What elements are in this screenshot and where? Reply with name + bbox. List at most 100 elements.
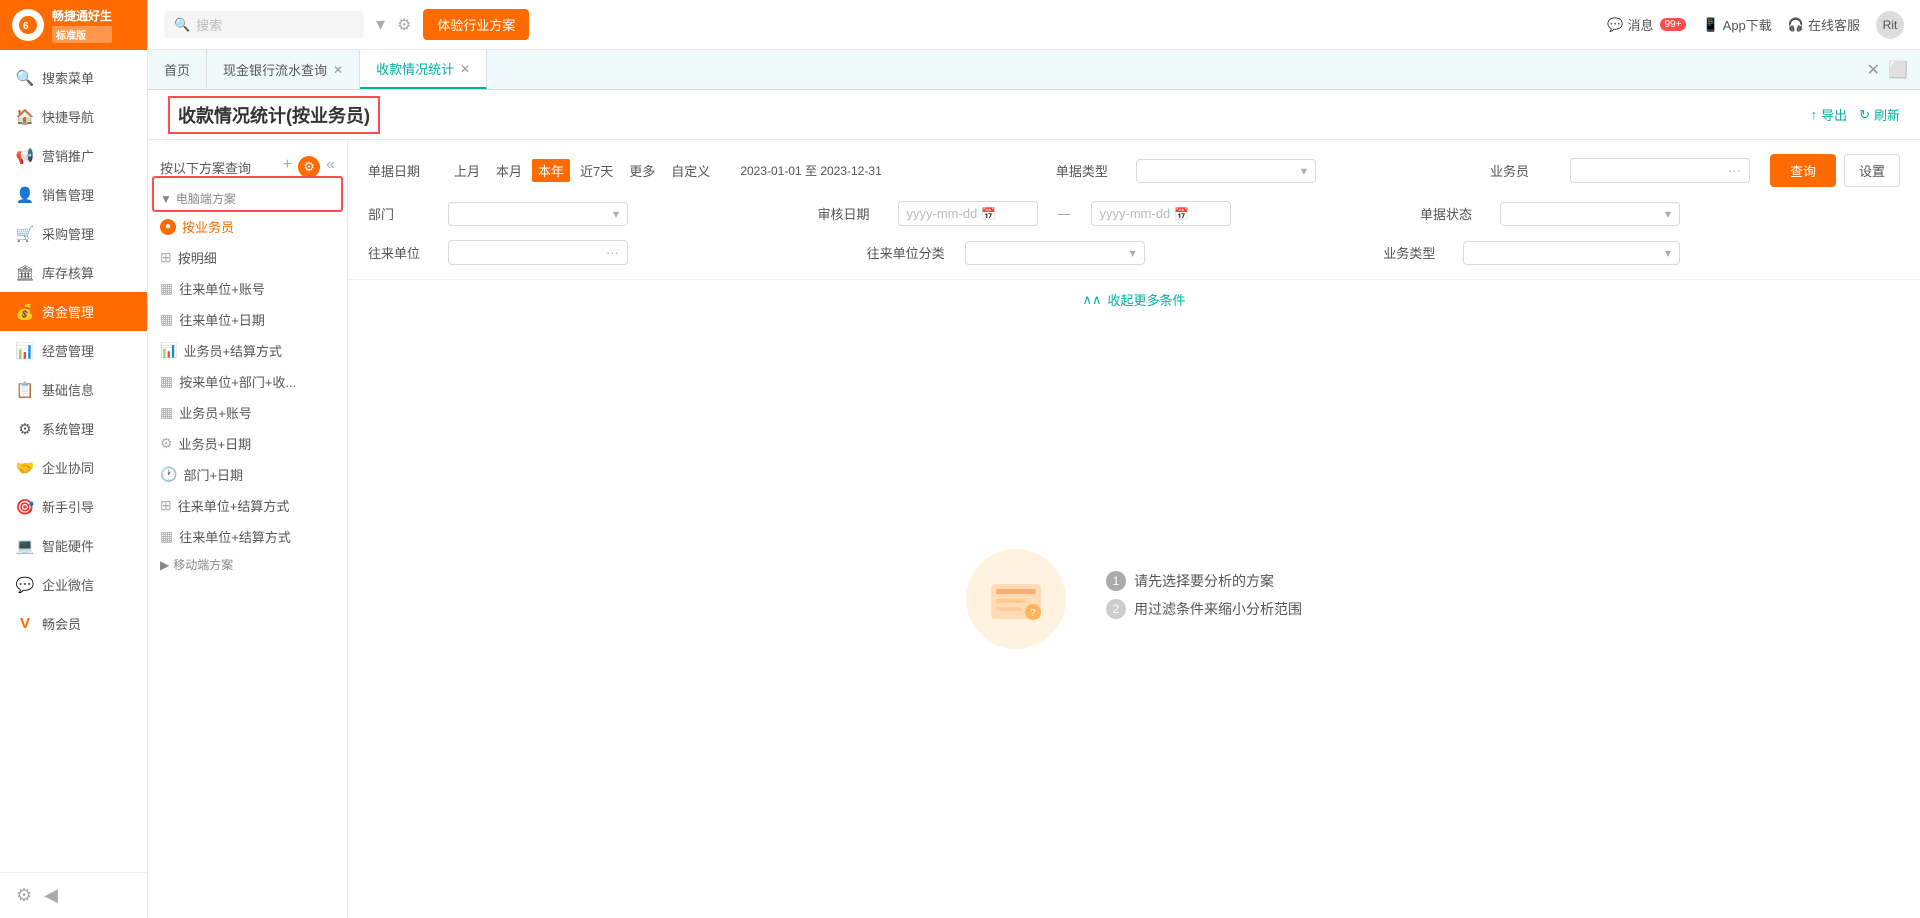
tab-bank-flow-close[interactable]: ✕ <box>333 63 343 77</box>
content: 按以下方案查询 + ⚙ « <box>148 140 1920 918</box>
date-tab-7days[interactable]: 近7天 <box>574 159 619 182</box>
filter-review-date-from[interactable]: yyyy-mm-dd 📅 <box>898 201 1038 226</box>
sidebar-item-marketing[interactable]: 📢 营销推广 <box>0 136 147 175</box>
basic-icon: 📋 <box>16 381 34 399</box>
filter-doc-status-select[interactable]: ▾ <box>1500 202 1680 226</box>
orange-circle-icon: ● <box>160 219 176 235</box>
topbar-settings-icon[interactable]: ⚙ <box>397 15 411 35</box>
sidebar-item-system[interactable]: ⚙ 系统管理 <box>0 409 147 448</box>
empty-content: ? 1 请先选择要分析的方案 2 用过滤条件来缩小分析范围 <box>966 549 1302 649</box>
date-tab-last-month[interactable]: 上月 <box>448 159 486 182</box>
filter-dept-select[interactable]: ▾ <box>448 202 628 226</box>
tree-item-partner-settlement2[interactable]: ▦ 往来单位+结算方式 <box>148 521 347 552</box>
tree-item-partner-settlement1[interactable]: ⊞ 往来单位+结算方式 <box>148 490 347 521</box>
sidebar-item-enterprise[interactable]: 🤝 企业协同 <box>0 448 147 487</box>
sidebar-item-purchase[interactable]: 🛒 采购管理 <box>0 214 147 253</box>
tree-item-dept-date[interactable]: 🕐 部门+日期 <box>148 459 347 490</box>
tree-group-desktop-label[interactable]: ▼ 电脑端方案 <box>148 186 347 211</box>
online-service-item[interactable]: 🎧 在线客服 <box>1788 15 1860 34</box>
tree-item-by-detail[interactable]: ⊞ 按明细 <box>148 242 347 273</box>
sidebar-item-basic[interactable]: 📋 基础信息 <box>0 370 147 409</box>
sidebar-item-quick-nav[interactable]: 🏠 快捷导航 <box>0 97 147 136</box>
app-download-item[interactable]: 📱 App下载 <box>1702 15 1771 34</box>
sidebar-item-operation[interactable]: 📊 经营管理 <box>0 331 147 370</box>
page-header: 收款情况统计(按业务员) ↑ 导出 ↻ 刷新 <box>148 90 1920 140</box>
settings-button[interactable]: 设置 <box>1844 154 1900 187</box>
member-icon: V <box>16 615 34 633</box>
dept-dropdown-icon: ▾ <box>613 207 619 221</box>
filter-right-actions: 查询 设置 <box>1770 154 1900 187</box>
online-service-icon: 🎧 <box>1788 17 1804 33</box>
filter-salesperson-label: 业务员 <box>1490 161 1550 180</box>
tree-group-mobile-label[interactable]: ▶ 移动端方案 <box>148 552 347 577</box>
tree-item-salesperson-account[interactable]: ▦ 业务员+账号 <box>148 397 347 428</box>
refresh-button[interactable]: ↻ 刷新 <box>1859 105 1900 124</box>
tab-bank-flow[interactable]: 现金银行流水查询 ✕ <box>207 50 360 89</box>
table-icon-3: ▦ <box>160 373 173 390</box>
sidebar-item-member[interactable]: V 畅会员 <box>0 604 147 643</box>
clock-icon: 🕐 <box>160 466 177 483</box>
tree-item-salesperson-date[interactable]: ⚙ 业务员+日期 <box>148 428 347 459</box>
topbar-dropdown-icon[interactable]: ▾ <box>376 14 385 35</box>
tab-home[interactable]: 首页 <box>148 50 207 89</box>
tabbar-actions: ✕ ⬜ <box>1855 50 1920 89</box>
sidebar-item-hardware[interactable]: 💻 智能硬件 <box>0 526 147 565</box>
logo-tag: 标准版 <box>52 26 112 43</box>
collapse-sidebar-icon[interactable]: ◀ <box>44 885 58 906</box>
sidebar-item-capital[interactable]: 💰 资金管理 <box>0 292 147 331</box>
guide-icon: 🎯 <box>16 498 34 516</box>
capital-icon: 💰 <box>16 303 34 321</box>
sidebar-item-sales[interactable]: 👤 销售管理 <box>0 175 147 214</box>
collapse-btn-inner[interactable]: ∧∧ 收起更多条件 <box>1082 290 1185 309</box>
wechat-icon: 💬 <box>16 576 34 594</box>
logo-text: 畅捷通好生 <box>52 7 112 24</box>
sidebar-footer: ⚙ ◀ <box>0 872 147 918</box>
sidebar-item-search[interactable]: 🔍 搜索菜单 <box>0 58 147 97</box>
detail-icon: ⊞ <box>160 249 172 266</box>
settings-scheme-icon[interactable]: ⚙ <box>298 156 320 178</box>
message-item[interactable]: 💬 消息 99+ <box>1607 15 1686 34</box>
trial-button[interactable]: 体验行业方案 <box>423 9 529 40</box>
user-avatar[interactable]: Rit <box>1876 11 1904 39</box>
export-icon: ↑ <box>1811 107 1818 122</box>
window-maximize-icon[interactable]: ⬜ <box>1888 60 1908 80</box>
filter-salesperson-select[interactable]: ··· <box>1570 158 1750 183</box>
date-tab-more[interactable]: 更多 <box>623 159 661 182</box>
empty-steps: 1 请先选择要分析的方案 2 用过滤条件来缩小分析范围 <box>1106 571 1302 627</box>
sidebar-item-inventory[interactable]: 🏛 库存核算 <box>0 253 147 292</box>
date-tab-this-year[interactable]: 本年 <box>532 159 570 182</box>
filter-biz-type-select[interactable]: ▾ <box>1463 241 1680 265</box>
tabbar: 首页 现金银行流水查询 ✕ 收款情况统计 ✕ ✕ ⬜ <box>148 50 1920 90</box>
operation-icon: 📊 <box>16 342 34 360</box>
left-panel-title: 按以下方案查询 <box>160 158 277 177</box>
partner-dots[interactable]: ··· <box>606 245 619 260</box>
collapse-btn[interactable]: ∧∧ 收起更多条件 <box>348 280 1920 319</box>
add-scheme-icon[interactable]: + <box>283 156 292 178</box>
tree-item-partner-dept[interactable]: ▦ 按来单位+部门+收... <box>148 366 347 397</box>
filter-partner-select[interactable]: ··· <box>448 240 628 265</box>
tree-item-by-salesperson[interactable]: ● 按业务员 <box>148 211 347 242</box>
date-tab-custom[interactable]: 自定义 <box>665 159 716 182</box>
table-icon-2: ▦ <box>160 311 173 328</box>
export-button[interactable]: ↑ 导出 <box>1811 105 1848 124</box>
tab-receipt-stats-close[interactable]: ✕ <box>460 62 470 76</box>
collapse-panel-icon[interactable]: « <box>326 156 335 178</box>
sidebar-item-wechat[interactable]: 💬 企业微信 <box>0 565 147 604</box>
settings-footer-icon[interactable]: ⚙ <box>16 885 32 906</box>
filter-date-tabs: 上月 本月 本年 近7天 更多 自定义 <box>448 159 716 182</box>
tree-item-salesperson-settlement[interactable]: 📊 业务员+结算方式 <box>148 335 347 366</box>
filter-partner-category-select[interactable]: ▾ <box>965 241 1145 265</box>
topbar-search[interactable]: 🔍 搜索 <box>164 11 364 38</box>
date-tab-this-month[interactable]: 本月 <box>490 159 528 182</box>
salesperson-dots[interactable]: ··· <box>1728 163 1741 178</box>
tab-receipt-stats[interactable]: 收款情况统计 ✕ <box>360 50 487 89</box>
sidebar-item-guide[interactable]: 🎯 新手引导 <box>0 487 147 526</box>
filter-doc-type-select[interactable]: ▾ <box>1136 159 1316 183</box>
filter-row-1: 单据日期 上月 本月 本年 近7天 更多 自定义 2023-01-01 至 20… <box>368 154 1900 187</box>
table-icon-1: ▦ <box>160 280 173 297</box>
tree-item-partner-account[interactable]: ▦ 往来单位+账号 <box>148 273 347 304</box>
window-close-icon[interactable]: ✕ <box>1867 60 1880 80</box>
query-button[interactable]: 查询 <box>1770 154 1836 187</box>
tree-item-partner-date[interactable]: ▦ 往来单位+日期 <box>148 304 347 335</box>
filter-review-date-to[interactable]: yyyy-mm-dd 📅 <box>1091 201 1231 226</box>
